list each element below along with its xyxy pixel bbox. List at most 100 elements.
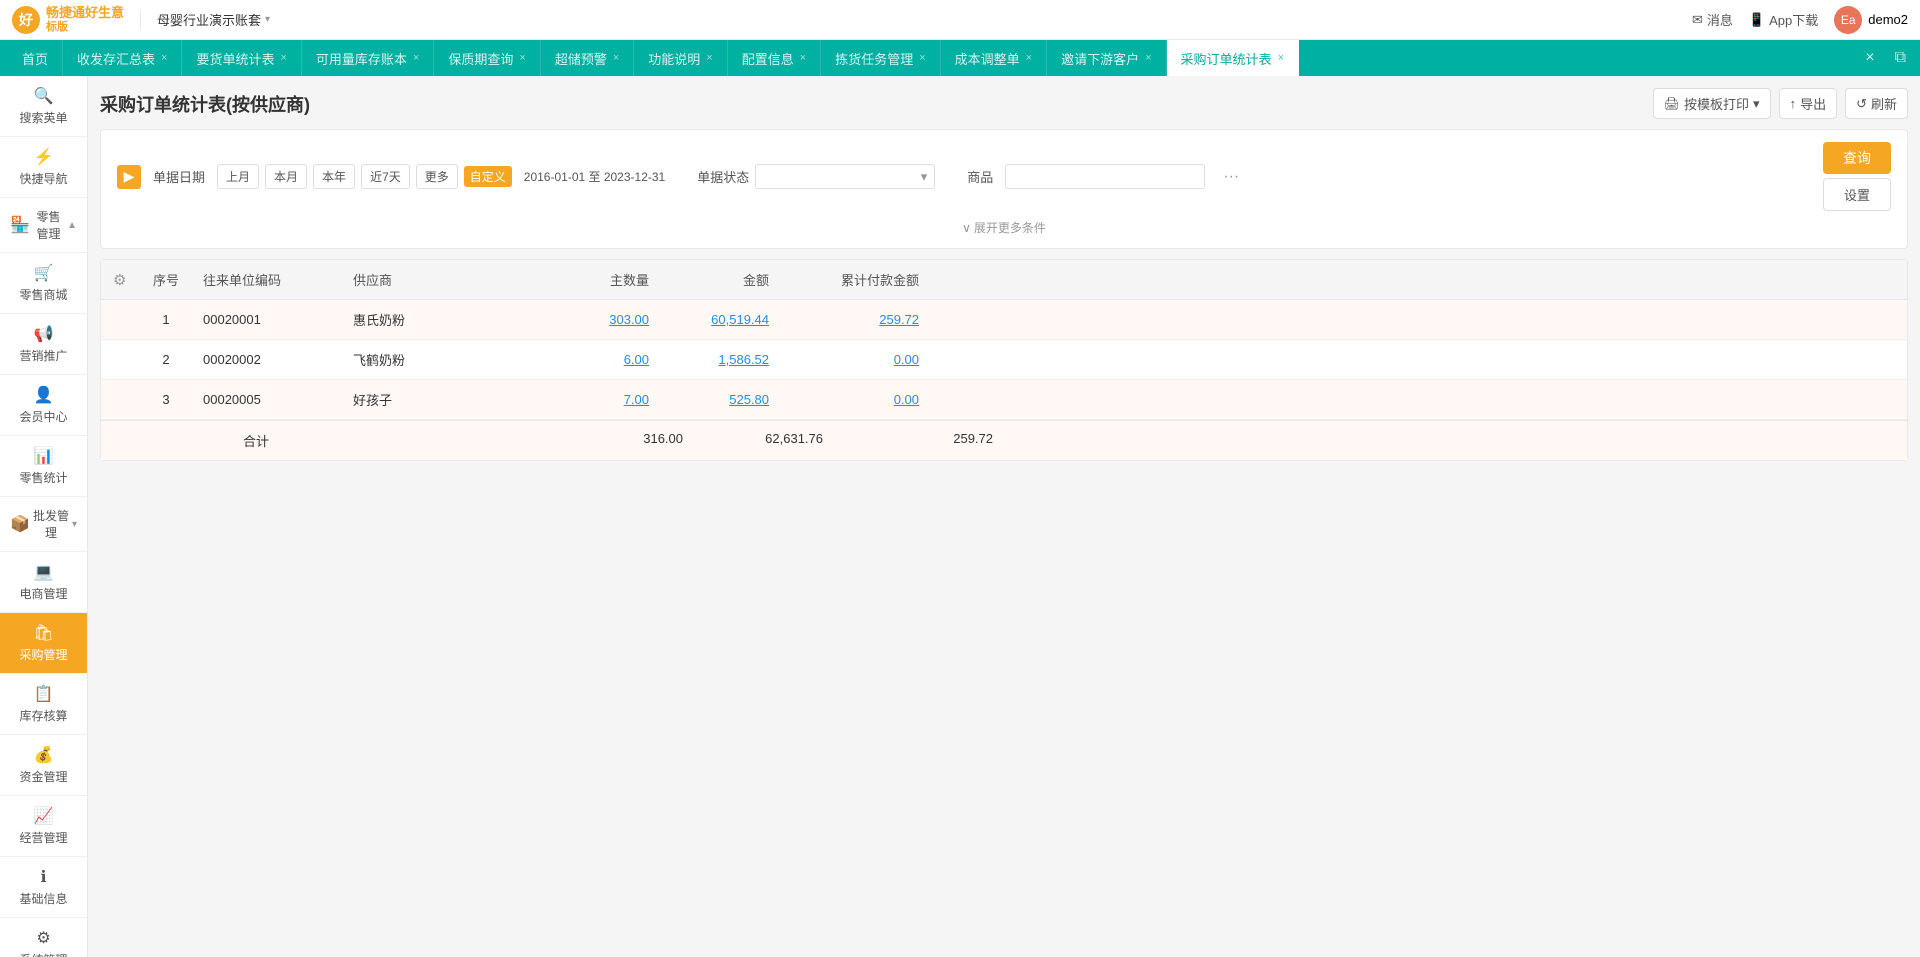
date-custom-badge[interactable]: 自定义	[464, 166, 512, 187]
export-icon: ↑	[1790, 96, 1797, 111]
row-paid-0[interactable]: 259.72	[781, 300, 931, 340]
tab-chengben[interactable]: 成本调整单 ×	[941, 40, 1047, 76]
close-tab-peizhi-icon[interactable]: ×	[800, 52, 806, 64]
table-row[interactable]: 1 00020001 惠氏奶粉 303.00 60,519.44 259.72	[101, 300, 1907, 340]
tab-gongneng[interactable]: 功能说明 ×	[634, 40, 727, 76]
goods-input[interactable]	[1005, 164, 1205, 189]
logo-text: 畅捷通好生意	[46, 5, 124, 21]
sidebar-item-quicknav[interactable]: ⚡ 快捷导航	[0, 137, 87, 198]
tab-chaochu[interactable]: 超储预警 ×	[541, 40, 634, 76]
retail-icon: 🏪	[10, 215, 30, 235]
date-btn-7days[interactable]: 近7天	[361, 164, 410, 189]
message-btn[interactable]: ✉ 消息	[1692, 10, 1733, 29]
app-download-btn[interactable]: 📱 App下载	[1749, 10, 1818, 29]
operations-icon: 📈	[34, 806, 54, 826]
sidebar-item-batch[interactable]: 📦 批发管理 ▾	[0, 497, 87, 552]
tab-gongneng-label: 功能说明	[648, 49, 700, 68]
search-icon: 🔍	[34, 86, 54, 106]
row-amount-2[interactable]: 525.80	[661, 380, 781, 420]
status-select[interactable]	[755, 164, 935, 189]
tab-caigouTongji[interactable]: 采购订单统计表 ×	[1167, 40, 1299, 76]
sidebar-item-member[interactable]: 👤 会员中心	[0, 375, 87, 436]
sidebar-item-marketing[interactable]: 📢 营销推广	[0, 314, 87, 375]
refresh-button[interactable]: ↺ 刷新	[1845, 88, 1908, 119]
close-tab-yaoqing-icon[interactable]: ×	[1145, 52, 1151, 64]
sidebar-item-purchase[interactable]: 🛍 采购管理	[0, 613, 87, 674]
row-qty-2[interactable]: 7.00	[541, 380, 661, 420]
row-supplier-2: 好孩子	[341, 380, 541, 420]
maximize-window-icon[interactable]: ⧉	[1889, 49, 1912, 67]
close-tab-yaohuoDan-icon[interactable]: ×	[280, 52, 286, 64]
sidebar-item-retail-label: 零售管理	[33, 208, 64, 242]
close-tab-pinghuo-icon[interactable]: ×	[919, 52, 925, 64]
tab-shoufaHui-label: 收发存汇总表	[77, 49, 155, 68]
sidebar-item-stockcheck[interactable]: 📋 库存核算	[0, 674, 87, 735]
close-tab-chengben-icon[interactable]: ×	[1026, 52, 1032, 64]
sidebar-item-basicinfo[interactable]: ℹ 基础信息	[0, 857, 87, 918]
row-qty-1[interactable]: 6.00	[541, 340, 661, 380]
sidebar: 🔍 搜索英单 ⚡ 快捷导航 🏪 零售管理 ▲ 🛒 零售商城 📢 营销推广 👤 会…	[0, 76, 88, 957]
purchase-icon: 🛍	[33, 623, 53, 643]
sidebar-item-basicinfo-label: 基础信息	[19, 890, 67, 907]
row-extra-1	[931, 340, 1907, 380]
user-section[interactable]: Ea demo2	[1834, 6, 1908, 34]
col-header-qty: 主数量	[541, 260, 661, 300]
row-amount-0[interactable]: 60,519.44	[661, 300, 781, 340]
ecommerce-icon: 💻	[34, 562, 54, 582]
sidebar-item-retailmall[interactable]: 🛒 零售商城	[0, 253, 87, 314]
row-code-2: 00020005	[191, 380, 341, 420]
tab-shoufaHui[interactable]: 收发存汇总表 ×	[63, 40, 182, 76]
tab-keyongKucun-label: 可用量库存账本	[316, 49, 407, 68]
table-row[interactable]: 2 00020002 飞鹤奶粉 6.00 1,586.52 0.00	[101, 340, 1907, 380]
export-button[interactable]: ↑ 导出	[1779, 88, 1838, 119]
close-tab-gongneng-icon[interactable]: ×	[706, 52, 712, 64]
close-tab-chaochu-icon[interactable]: ×	[613, 52, 619, 64]
message-icon: ✉	[1692, 12, 1703, 28]
tab-home[interactable]: 首页	[8, 40, 63, 76]
col-settings-gear-icon[interactable]: ⚙	[113, 272, 126, 289]
expand-more-btn[interactable]: ∨ 展开更多条件	[962, 219, 1046, 236]
tab-keyongKucun[interactable]: 可用量库存账本 ×	[302, 40, 434, 76]
settings-button[interactable]: 设置	[1823, 178, 1891, 211]
date-btn-more[interactable]: 更多	[416, 164, 458, 189]
row-paid-1[interactable]: 0.00	[781, 340, 931, 380]
date-btn-thisyear[interactable]: 本年	[313, 164, 355, 189]
tab-caigouTongji-label: 采购订单统计表	[1181, 49, 1272, 68]
goods-more-btn[interactable]: ···	[1217, 166, 1245, 188]
tab-pinghuo[interactable]: 拣货任务管理 ×	[821, 40, 940, 76]
message-label: 消息	[1707, 10, 1733, 29]
sidebar-item-retail[interactable]: 🏪 零售管理 ▲	[0, 198, 87, 253]
sidebar-item-stockcheck-label: 库存核算	[19, 707, 67, 724]
tab-peizhi[interactable]: 配置信息 ×	[728, 40, 821, 76]
close-tab-keyongKucun-icon[interactable]: ×	[413, 52, 419, 64]
date-btn-lastmonth[interactable]: 上月	[217, 164, 259, 189]
table-row[interactable]: 3 00020005 好孩子 7.00 525.80 0.00	[101, 380, 1907, 420]
workspace-selector[interactable]: 母婴行业演示账套 ▾	[157, 10, 270, 29]
row-no-2: 3	[141, 380, 191, 420]
row-amount-1[interactable]: 1,586.52	[661, 340, 781, 380]
date-btn-thismonth[interactable]: 本月	[265, 164, 307, 189]
sidebar-item-ecommerce[interactable]: 💻 电商管理	[0, 552, 87, 613]
search-button[interactable]: 查询	[1823, 142, 1891, 174]
sidebar-item-retailstat[interactable]: 📊 零售统计	[0, 436, 87, 497]
tab-yaoqing[interactable]: 邀请下游客户 ×	[1047, 40, 1166, 76]
row-no-0: 1	[141, 300, 191, 340]
row-paid-2[interactable]: 0.00	[781, 380, 931, 420]
sidebar-item-finance[interactable]: 💰 资金管理	[0, 735, 87, 796]
close-tab-shoufaHui-icon[interactable]: ×	[161, 52, 167, 64]
close-tab-caigouTongji-icon[interactable]: ×	[1278, 52, 1284, 64]
tab-chengben-label: 成本调整单	[955, 49, 1020, 68]
close-window-icon[interactable]: ×	[1859, 49, 1880, 67]
status-select-wrapper	[755, 164, 935, 189]
sidebar-item-system[interactable]: ⚙ 系统管理	[0, 918, 87, 957]
close-tab-baozhi-icon[interactable]: ×	[519, 52, 525, 64]
filter-toggle-btn[interactable]: ▶	[117, 165, 141, 189]
logo-icon: 好	[12, 6, 40, 34]
sidebar-item-operations[interactable]: 📈 经营管理	[0, 796, 87, 857]
row-qty-0[interactable]: 303.00	[541, 300, 661, 340]
tab-yaohuoDan[interactable]: 要货单统计表 ×	[182, 40, 301, 76]
tab-baozhi[interactable]: 保质期查询 ×	[434, 40, 540, 76]
print-button[interactable]: 🖨 按模板打印 ▾	[1653, 88, 1771, 119]
sidebar-item-search[interactable]: 🔍 搜索英单	[0, 76, 87, 137]
print-label: 按模板打印	[1684, 94, 1749, 113]
